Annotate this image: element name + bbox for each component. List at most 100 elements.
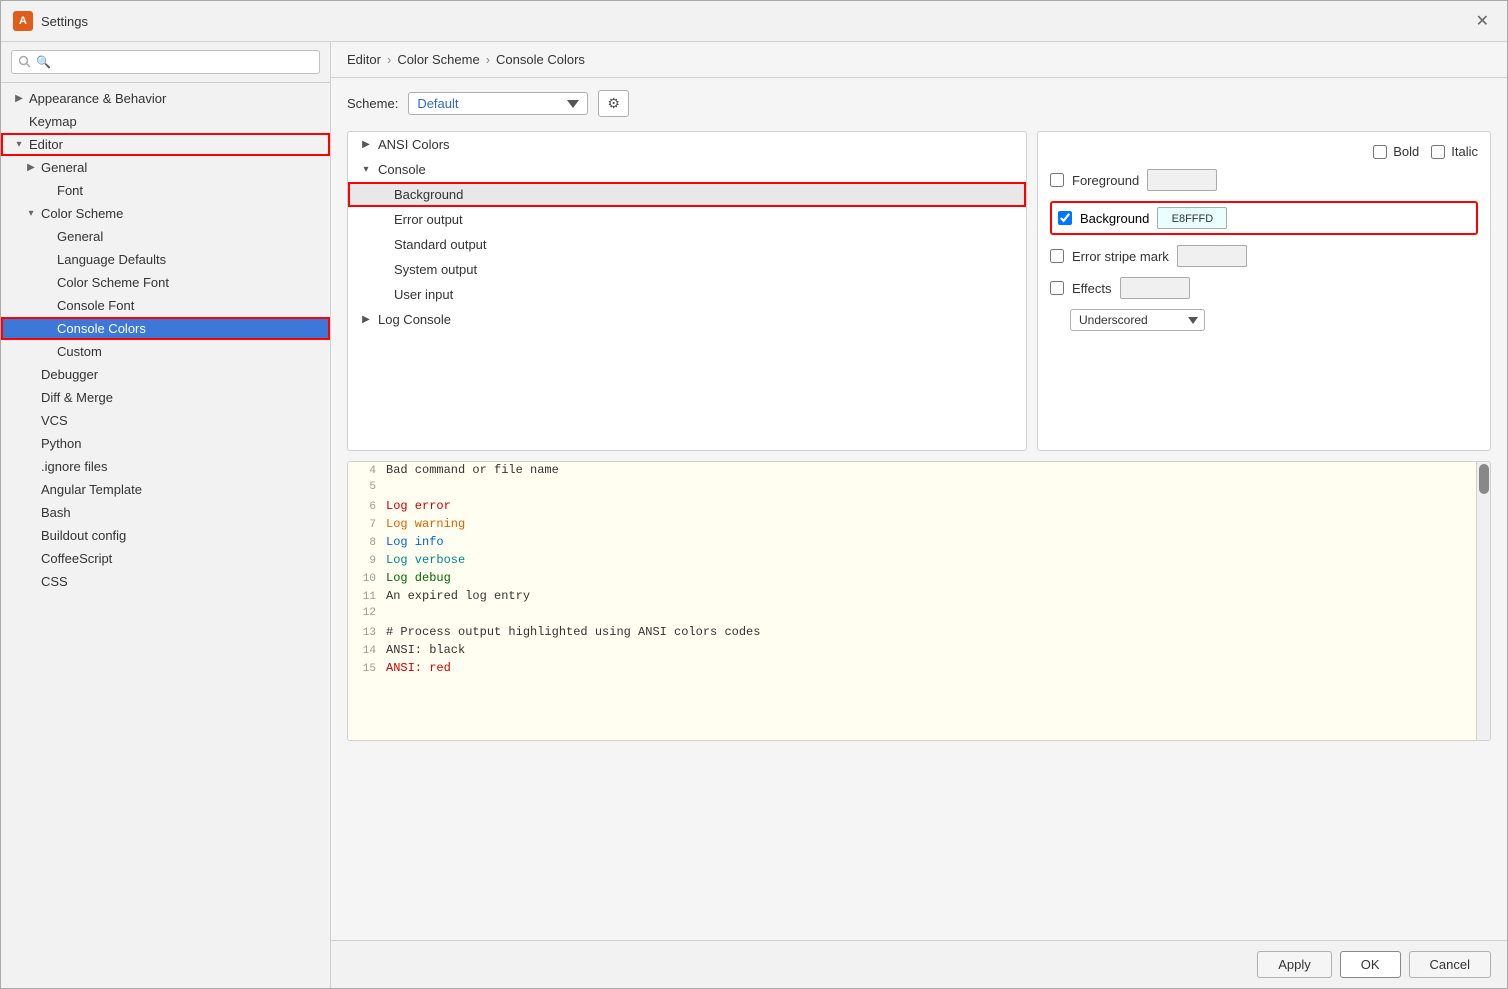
- sidebar-item-console-font[interactable]: Console Font: [1, 294, 330, 317]
- sidebar-item-label: Custom: [57, 344, 322, 359]
- sidebar-item-keymap[interactable]: Keymap: [1, 110, 330, 133]
- line-content: # Process output highlighted using ANSI …: [386, 625, 760, 639]
- effects-label: Effects: [1072, 281, 1112, 296]
- sidebar-item-label: Editor: [29, 137, 322, 152]
- sidebar-item-bash[interactable]: Bash: [1, 501, 330, 524]
- sidebar-item-ignore[interactable]: .ignore files: [1, 455, 330, 478]
- sidebar-item-general[interactable]: ▶ General: [1, 156, 330, 179]
- background-row: Background E8FFFD: [1050, 201, 1478, 235]
- sidebar-item-label: Debugger: [41, 367, 322, 382]
- color-tree-item-console[interactable]: ▾ Console: [348, 157, 1026, 182]
- preview-line-4: 4 Bad command or file name: [348, 462, 1076, 480]
- gear-button[interactable]: ⚙: [598, 90, 629, 117]
- sidebar-item-editor[interactable]: ▾ Editor: [1, 133, 330, 156]
- sidebar-item-label: Keymap: [29, 114, 322, 129]
- expand-arrow: ▶: [360, 139, 372, 150]
- sidebar-item-css[interactable]: CSS: [1, 570, 330, 593]
- breadcrumb-console-colors: Console Colors: [496, 52, 585, 67]
- italic-checkbox[interactable]: [1431, 145, 1445, 159]
- sidebar-item-font[interactable]: Font: [1, 179, 330, 202]
- line-number: 7: [356, 519, 376, 531]
- line-number: 11: [356, 591, 376, 603]
- sidebar-item-label: .ignore files: [41, 459, 322, 474]
- color-tree-item-user-input[interactable]: User input: [348, 282, 1026, 307]
- sidebar-item-label: Font: [57, 183, 322, 198]
- sidebar-item-label: Angular Template: [41, 482, 322, 497]
- line-content: Bad command or file name: [386, 463, 559, 477]
- expand-arrow: ▶: [360, 314, 372, 325]
- error-stripe-label: Error stripe mark: [1072, 249, 1169, 264]
- sidebar-item-buildout[interactable]: Buildout config: [1, 524, 330, 547]
- preview-line-14: 14 ANSI: black: [348, 642, 1076, 660]
- title-bar: A Settings ✕: [1, 1, 1507, 42]
- scrollbar-thumb: [1479, 464, 1489, 494]
- scheme-select[interactable]: Default Darcula High contrast Monokai: [408, 92, 588, 115]
- sidebar-item-console-colors[interactable]: Console Colors: [1, 317, 330, 340]
- sidebar-item-cs-font[interactable]: Color Scheme Font: [1, 271, 330, 294]
- ok-button[interactable]: OK: [1340, 951, 1401, 978]
- color-tree-item-error-output[interactable]: Error output: [348, 207, 1026, 232]
- background-swatch[interactable]: E8FFFD: [1157, 207, 1227, 229]
- error-stripe-swatch[interactable]: [1177, 245, 1247, 267]
- color-tree-item-ansi[interactable]: ▶ ANSI Colors: [348, 132, 1026, 157]
- color-tree-label: Background: [394, 187, 463, 202]
- color-tree-label: User input: [394, 287, 453, 302]
- cancel-button[interactable]: Cancel: [1409, 951, 1491, 978]
- foreground-swatch[interactable]: [1147, 169, 1217, 191]
- sidebar-item-label: General: [57, 229, 322, 244]
- apply-button[interactable]: Apply: [1257, 951, 1332, 978]
- sidebar-item-custom[interactable]: Custom: [1, 340, 330, 363]
- line-content: Log info: [386, 535, 444, 549]
- sidebar-item-label: Python: [41, 436, 322, 451]
- effects-checkbox[interactable]: [1050, 281, 1064, 295]
- color-tree-label: Standard output: [394, 237, 487, 252]
- sidebar-item-debugger[interactable]: Debugger: [1, 363, 330, 386]
- effects-dropdown-container: Underscored Bold underscored Bordered St…: [1050, 309, 1478, 331]
- bold-checkbox[interactable]: [1373, 145, 1387, 159]
- line-number: 14: [356, 645, 376, 657]
- background-checkbox[interactable]: [1058, 211, 1072, 225]
- line-content: ANSI: red: [386, 661, 451, 675]
- sidebar-item-coffeescript[interactable]: CoffeeScript: [1, 547, 330, 570]
- color-tree-item-system-output[interactable]: System output: [348, 257, 1026, 282]
- line-content: Log debug: [386, 571, 451, 585]
- color-tree-item-standard-output[interactable]: Standard output: [348, 232, 1026, 257]
- sidebar-item-label: Console Colors: [57, 321, 322, 336]
- search-input[interactable]: [11, 50, 320, 74]
- line-number: 10: [356, 573, 376, 585]
- breadcrumb-color-scheme: Color Scheme: [397, 52, 479, 67]
- foreground-row: Foreground: [1050, 169, 1478, 191]
- sidebar-item-cs-general[interactable]: General: [1, 225, 330, 248]
- scheme-row: Scheme: Default Darcula High contrast Mo…: [347, 90, 1491, 117]
- close-button[interactable]: ✕: [1470, 9, 1495, 33]
- window-title: Settings: [41, 14, 88, 29]
- sidebar-item-vcs[interactable]: VCS: [1, 409, 330, 432]
- bold-italic-row: Bold Italic: [1050, 144, 1478, 159]
- expand-arrow: ▾: [25, 208, 37, 219]
- settings-window: A Settings ✕ ▶ Appearance & Behavior Key…: [0, 0, 1508, 989]
- background-label: Background: [1080, 211, 1149, 226]
- color-tree-item-log-console[interactable]: ▶ Log Console: [348, 307, 1026, 332]
- foreground-checkbox[interactable]: [1050, 173, 1064, 187]
- effects-row: Effects: [1050, 277, 1478, 299]
- color-tree-item-background[interactable]: Background: [348, 182, 1026, 207]
- preview-line-8: 8 Log info: [348, 534, 1076, 552]
- app-icon: A: [13, 11, 33, 31]
- top-split: ▶ ANSI Colors ▾ Console Background: [347, 131, 1491, 451]
- line-number: 8: [356, 537, 376, 549]
- preview-line-10: 10 Log debug: [348, 570, 1076, 588]
- sidebar-item-lang-defaults[interactable]: Language Defaults: [1, 248, 330, 271]
- sidebar-item-diff-merge[interactable]: Diff & Merge: [1, 386, 330, 409]
- preview-scrollbar[interactable]: [1476, 462, 1490, 740]
- preview-line-7: 7 Log warning: [348, 516, 1076, 534]
- sidebar-item-color-scheme[interactable]: ▾ Color Scheme: [1, 202, 330, 225]
- sidebar-item-python[interactable]: Python: [1, 432, 330, 455]
- effects-dropdown[interactable]: Underscored Bold underscored Bordered St…: [1070, 309, 1205, 331]
- scheme-label: Scheme:: [347, 96, 398, 111]
- effects-swatch[interactable]: [1120, 277, 1190, 299]
- sidebar-item-angular[interactable]: Angular Template: [1, 478, 330, 501]
- error-stripe-checkbox[interactable]: [1050, 249, 1064, 263]
- title-bar-left: A Settings: [13, 11, 88, 31]
- sidebar-item-appearance[interactable]: ▶ Appearance & Behavior: [1, 87, 330, 110]
- line-number: 6: [356, 501, 376, 513]
